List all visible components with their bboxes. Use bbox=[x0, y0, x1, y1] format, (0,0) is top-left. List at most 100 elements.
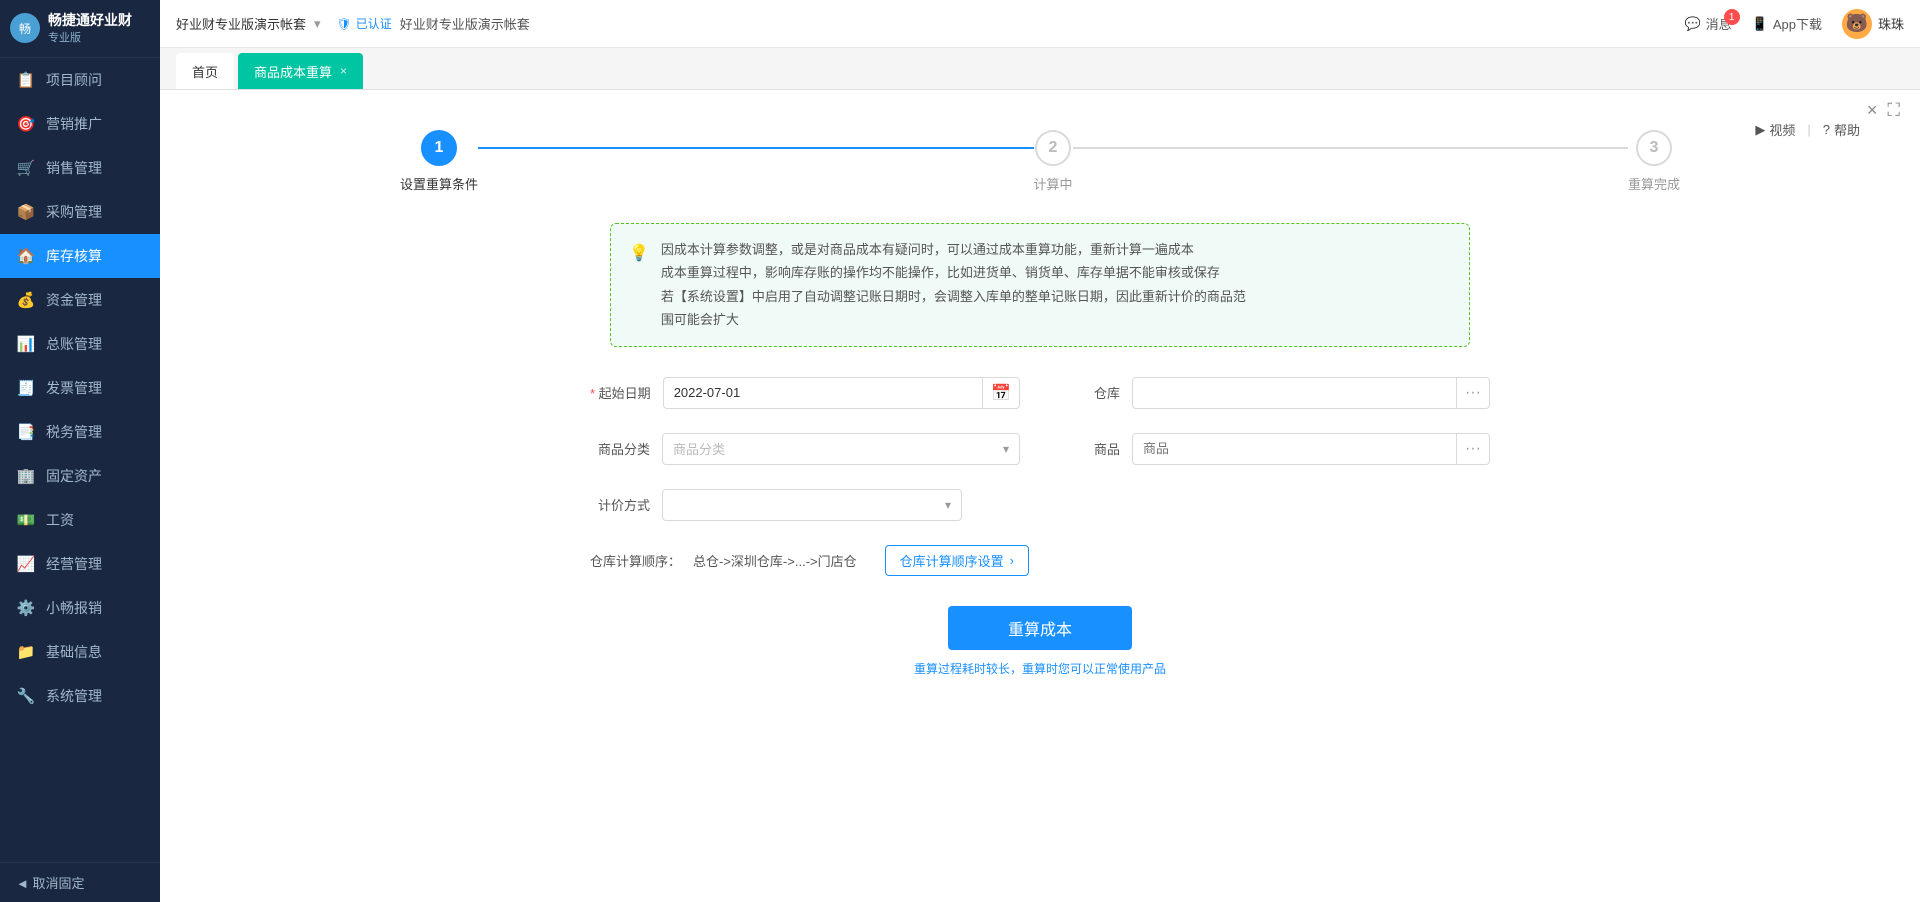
verified-badge: 🛡 已认证 好业财专业版演示帐套 bbox=[337, 14, 530, 33]
sidebar-item-accounting[interactable]: 📊 总账管理 bbox=[0, 322, 160, 366]
step-3: 3 重算完成 bbox=[1628, 130, 1680, 193]
avatar: 🐻 bbox=[1842, 9, 1872, 39]
info-box: 💡 因成本计算参数调整，或是对商品成本有疑问时，可以通过成本重算功能，重新计算一… bbox=[610, 223, 1470, 347]
app-download-button[interactable]: 📱 App下载 bbox=[1752, 14, 1822, 33]
goods-label: 商品 bbox=[1060, 439, 1120, 458]
warehouse-more-icon[interactable]: ··· bbox=[1456, 378, 1489, 408]
expand-window-button[interactable]: ⛶ bbox=[1887, 100, 1900, 121]
pricing-row: 计价方式 ▾ bbox=[590, 489, 1490, 521]
user-profile[interactable]: 🐻 珠珠 bbox=[1842, 9, 1904, 39]
step-2: 2 计算中 bbox=[1034, 130, 1073, 193]
window-controls: × ⛶ bbox=[1867, 100, 1900, 121]
goods-input-wrapper[interactable]: ··· bbox=[1132, 433, 1490, 465]
sidebar-scroll[interactable]: 📋 项目顾问 🎯 营销推广 🛒 销售管理 📦 采购管理 🏠 库存核算 💰 资金管… bbox=[0, 58, 160, 862]
bulb-icon: 💡 bbox=[629, 240, 649, 332]
category-placeholder: 商品分类 bbox=[673, 439, 725, 458]
category-label: 商品分类 bbox=[590, 439, 650, 458]
message-button[interactable]: 💬 消息 1 bbox=[1684, 14, 1731, 33]
step-1-circle: 1 bbox=[421, 130, 457, 166]
category-dropdown-icon: ▾ bbox=[1003, 442, 1009, 456]
tab-cost-recalculate[interactable]: 商品成本重算 × bbox=[238, 53, 363, 89]
sidebar-item-label: 基础信息 bbox=[46, 642, 102, 662]
warehouse-input-wrapper[interactable]: ··· bbox=[1132, 377, 1490, 409]
warehouse-label: 仓库 bbox=[1060, 383, 1120, 402]
sidebar-item-assets[interactable]: 🏢 固定资产 bbox=[0, 454, 160, 498]
message-icon: 💬 bbox=[1684, 16, 1700, 32]
account-selector[interactable]: 好业财专业版演示帐套 ▾ bbox=[176, 14, 321, 33]
goods-more-icon[interactable]: ··· bbox=[1456, 434, 1489, 464]
warehouse-order-label: 仓库计算顺序： bbox=[590, 551, 681, 570]
tabs-bar: 首页 商品成本重算 × bbox=[160, 48, 1920, 90]
sidebar-item-payroll[interactable]: 💵 工资 bbox=[0, 498, 160, 542]
sidebar-item-label: 项目顾问 bbox=[46, 70, 102, 90]
sidebar-item-label: 工资 bbox=[46, 510, 74, 530]
topbar-right: 💬 消息 1 📱 App下载 🐻 珠珠 bbox=[1684, 9, 1904, 39]
marketing-icon: 🎯 bbox=[16, 114, 36, 134]
recalculate-button[interactable]: 重算成本 bbox=[948, 606, 1132, 650]
steps-container: 1 设置重算条件 2 计算中 3 重算完成 bbox=[200, 130, 1880, 193]
sidebar-item-label: 资金管理 bbox=[46, 290, 102, 310]
sidebar-item-label: 库存核算 bbox=[46, 246, 102, 266]
sidebar-item-marketing[interactable]: 🎯 营销推广 bbox=[0, 102, 160, 146]
operations-icon: 📈 bbox=[16, 554, 36, 574]
sidebar-item-label: 小畅报销 bbox=[46, 598, 102, 618]
purchase-icon: 📦 bbox=[16, 202, 36, 222]
sidebar-item-basic[interactable]: 📁 基础信息 bbox=[0, 630, 160, 674]
sidebar-item-project[interactable]: 📋 项目顾问 bbox=[0, 58, 160, 102]
sidebar-item-sales[interactable]: 🛒 销售管理 bbox=[0, 146, 160, 190]
calendar-icon[interactable]: 📅 bbox=[982, 378, 1019, 408]
sidebar-item-system[interactable]: 🔧 系统管理 bbox=[0, 674, 160, 718]
form-row-1: 起始日期 📅 仓库 ··· bbox=[590, 377, 1490, 409]
warehouse-input[interactable] bbox=[1133, 378, 1456, 408]
sidebar-item-label: 发票管理 bbox=[46, 378, 102, 398]
warehouse-order-settings-button[interactable]: 仓库计算顺序设置 › bbox=[885, 545, 1029, 576]
sidebar-item-finance[interactable]: 💰 资金管理 bbox=[0, 278, 160, 322]
sidebar-item-label: 采购管理 bbox=[46, 202, 102, 222]
assets-icon: 🏢 bbox=[16, 466, 36, 486]
start-date-input[interactable] bbox=[664, 378, 982, 408]
step-3-label: 重算完成 bbox=[1628, 174, 1680, 193]
chevron-right-icon: › bbox=[1010, 553, 1014, 568]
recalculate-note: 重算过程耗时较长，重算时您可以正常使用产品 bbox=[590, 660, 1490, 677]
goods-input[interactable] bbox=[1133, 434, 1456, 464]
goods-field: 商品 ··· bbox=[1060, 433, 1490, 465]
topbar: 好业财专业版演示帐套 ▾ 🛡 已认证 好业财专业版演示帐套 💬 消息 1 📱 A… bbox=[160, 0, 1920, 48]
warehouse-order-row: 仓库计算顺序： 总仓->深圳仓库->...->门店仓 仓库计算顺序设置 › bbox=[590, 545, 1490, 576]
start-date-field: 起始日期 📅 bbox=[590, 377, 1020, 409]
recalculate-section: 重算成本 重算过程耗时较长，重算时您可以正常使用产品 bbox=[590, 606, 1490, 677]
sidebar: 畅 畅捷通好业财 专业版 📋 项目顾问 🎯 营销推广 🛒 销售管理 📦 采购管理… bbox=[0, 0, 160, 902]
basic-icon: 📁 bbox=[16, 642, 36, 662]
tab-home[interactable]: 首页 bbox=[176, 53, 234, 89]
sidebar-item-tax[interactable]: 📑 税务管理 bbox=[0, 410, 160, 454]
pricing-select[interactable]: ▾ bbox=[662, 489, 962, 521]
step-3-circle: 3 bbox=[1636, 130, 1672, 166]
sidebar-item-operations[interactable]: 📈 经营管理 bbox=[0, 542, 160, 586]
inventory-icon: 🏠 bbox=[16, 246, 36, 266]
close-window-button[interactable]: × bbox=[1867, 100, 1878, 121]
sidebar-item-label: 系统管理 bbox=[46, 686, 102, 706]
sidebar-logo: 畅 畅捷通好业财 专业版 bbox=[0, 0, 160, 58]
start-date-label: 起始日期 bbox=[590, 383, 651, 402]
system-icon: 🔧 bbox=[16, 686, 36, 706]
step-2-circle: 2 bbox=[1035, 130, 1071, 166]
finance-icon: 💰 bbox=[16, 290, 36, 310]
invoice-icon: 🧾 bbox=[16, 378, 36, 398]
step-line-1 bbox=[478, 147, 1033, 149]
sidebar-item-label: 固定资产 bbox=[46, 466, 102, 486]
start-date-input-wrapper[interactable]: 📅 bbox=[663, 377, 1020, 409]
accounting-icon: 📊 bbox=[16, 334, 36, 354]
sidebar-item-invoice[interactable]: 🧾 发票管理 bbox=[0, 366, 160, 410]
pricing-dropdown-icon: ▾ bbox=[945, 498, 951, 512]
category-select[interactable]: 商品分类 ▾ bbox=[662, 433, 1020, 465]
sidebar-item-label: 营销推广 bbox=[46, 114, 102, 134]
sales-icon: 🛒 bbox=[16, 158, 36, 178]
sidebar-item-label: 总账管理 bbox=[46, 334, 102, 354]
sidebar-unpin-button[interactable]: ◄ 取消固定 bbox=[0, 862, 160, 902]
info-text: 因成本计算参数调整，或是对商品成本有疑问时，可以通过成本重算功能，重新计算一遍成… bbox=[661, 238, 1246, 332]
sidebar-item-inventory[interactable]: 🏠 库存核算 bbox=[0, 234, 160, 278]
sidebar-item-expense[interactable]: ⚙️ 小畅报销 bbox=[0, 586, 160, 630]
tab-close-icon[interactable]: × bbox=[340, 64, 347, 78]
sidebar-item-purchase[interactable]: 📦 采购管理 bbox=[0, 190, 160, 234]
step-2-label: 计算中 bbox=[1034, 174, 1073, 193]
tax-icon: 📑 bbox=[16, 422, 36, 442]
